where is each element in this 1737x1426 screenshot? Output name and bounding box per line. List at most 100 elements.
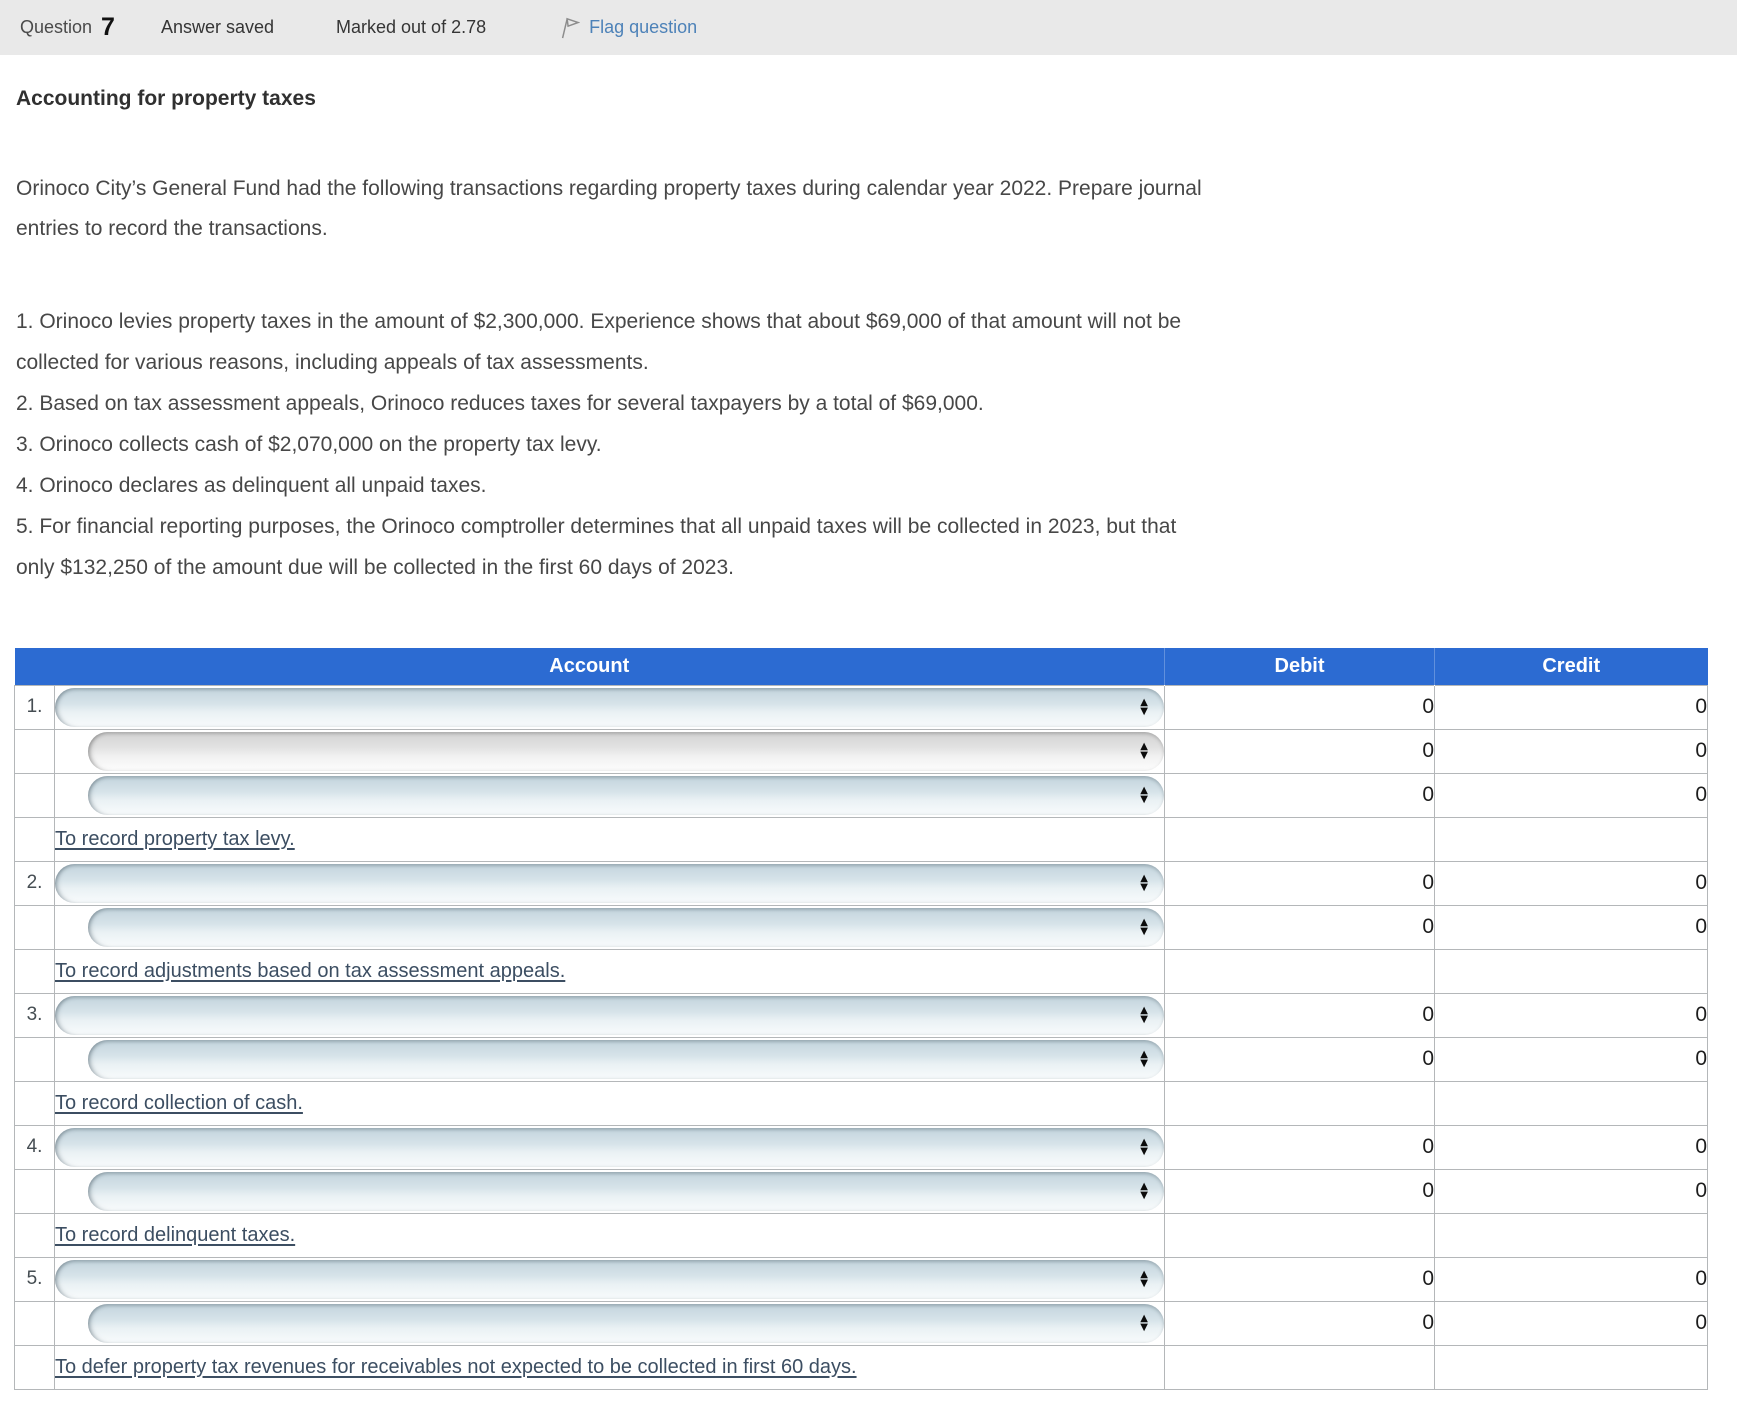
entry-number: 1. bbox=[14, 684, 55, 730]
credit-input[interactable]: 0 bbox=[1434, 1300, 1708, 1346]
select-spinner-icon: ▲ ▼ bbox=[1140, 741, 1148, 761]
journal-entry-table: Account Debit Credit 1. ▲ ▼ 0 0 ▲ ▼ 0 0 ▲ ▼ 0 0 To re… bbox=[14, 648, 1708, 1390]
credit-input[interactable]: 0 bbox=[1434, 684, 1708, 730]
flag-icon bbox=[561, 17, 581, 38]
credit-input[interactable]: 0 bbox=[1434, 1036, 1708, 1082]
select-spinner-icon: ▲ ▼ bbox=[1140, 1269, 1148, 1289]
account-select[interactable]: ▲ ▼ bbox=[88, 1303, 1164, 1343]
empty-debit-cell bbox=[1164, 1080, 1435, 1126]
entry-number-empty bbox=[14, 948, 55, 994]
journal-line-row: ▲ ▼ 0 0 bbox=[14, 728, 1708, 774]
entry-note: To record delinquent taxes. bbox=[54, 1212, 1165, 1258]
account-select[interactable]: ▲ ▼ bbox=[88, 775, 1164, 815]
debit-input[interactable]: 0 bbox=[1164, 1124, 1435, 1170]
entry-number: 4. bbox=[14, 1124, 55, 1170]
select-spinner-icon: ▲ ▼ bbox=[1140, 873, 1148, 893]
select-spinner-icon: ▲ ▼ bbox=[1140, 1049, 1148, 1069]
journal-note-row: To record adjustments based on tax asses… bbox=[14, 948, 1708, 994]
question-title: Accounting for property taxes bbox=[16, 87, 316, 110]
credit-input[interactable]: 0 bbox=[1434, 772, 1708, 818]
select-spinner-icon: ▲ ▼ bbox=[1140, 1137, 1148, 1157]
debit-input[interactable]: 0 bbox=[1164, 860, 1435, 906]
debit-input[interactable]: 0 bbox=[1164, 1168, 1435, 1214]
empty-debit-cell bbox=[1164, 1212, 1435, 1258]
account-cell: ▲ ▼ bbox=[54, 860, 1165, 906]
account-column-header: Account bbox=[14, 648, 1165, 685]
entry-number: 2. bbox=[14, 860, 55, 906]
credit-input[interactable]: 0 bbox=[1434, 992, 1708, 1038]
entry-number-empty bbox=[14, 1080, 55, 1126]
flag-question-link[interactable]: Flag question bbox=[558, 16, 697, 40]
entry-note: To record collection of cash. bbox=[54, 1080, 1165, 1126]
account-cell: ▲ ▼ bbox=[54, 772, 1165, 818]
account-select[interactable]: ▲ ▼ bbox=[88, 731, 1164, 771]
debit-input[interactable]: 0 bbox=[1164, 684, 1435, 730]
entry-number bbox=[14, 772, 55, 818]
credit-input[interactable]: 0 bbox=[1434, 860, 1708, 906]
table-header-row: Account Debit Credit bbox=[14, 648, 1708, 685]
entry-number-empty bbox=[14, 1212, 55, 1258]
account-select[interactable]: ▲ ▼ bbox=[55, 1127, 1164, 1167]
answer-saved-status: Answer saved bbox=[160, 17, 275, 37]
debit-input[interactable]: 0 bbox=[1164, 992, 1435, 1038]
empty-credit-cell bbox=[1434, 1080, 1708, 1126]
empty-debit-cell bbox=[1164, 948, 1435, 994]
debit-column-header: Debit bbox=[1164, 648, 1435, 685]
account-cell: ▲ ▼ bbox=[54, 1036, 1165, 1082]
account-select[interactable]: ▲ ▼ bbox=[55, 1259, 1164, 1299]
credit-column-header: Credit bbox=[1434, 648, 1708, 685]
empty-credit-cell bbox=[1434, 948, 1708, 994]
entry-number bbox=[14, 1300, 55, 1346]
select-spinner-icon: ▲ ▼ bbox=[1140, 697, 1148, 717]
entry-note: To defer property tax revenues for recei… bbox=[54, 1344, 1165, 1390]
empty-credit-cell bbox=[1434, 1344, 1708, 1390]
journal-line-row: ▲ ▼ 0 0 bbox=[14, 1300, 1708, 1346]
journal-note-row: To defer property tax revenues for recei… bbox=[14, 1344, 1708, 1390]
account-select[interactable]: ▲ ▼ bbox=[55, 863, 1164, 903]
entry-note: To record property tax levy. bbox=[54, 816, 1165, 862]
account-select[interactable]: ▲ ▼ bbox=[88, 1039, 1164, 1079]
journal-line-row: 5. ▲ ▼ 0 0 bbox=[14, 1256, 1708, 1302]
account-cell: ▲ ▼ bbox=[54, 904, 1165, 950]
transaction-item-3: 3. Orinoco collects cash of $2,070,000 o… bbox=[16, 433, 602, 456]
journal-line-row: ▲ ▼ 0 0 bbox=[14, 1036, 1708, 1082]
account-cell: ▲ ▼ bbox=[54, 1300, 1165, 1346]
entry-number bbox=[14, 1168, 55, 1214]
account-cell: ▲ ▼ bbox=[54, 728, 1165, 774]
credit-input[interactable]: 0 bbox=[1434, 728, 1708, 774]
transaction-item-5: 5. For financial reporting purposes, the… bbox=[16, 515, 1177, 579]
question-body: Accounting for property taxes Orinoco Ci… bbox=[0, 87, 1737, 1390]
journal-line-row: 2. ▲ ▼ 0 0 bbox=[14, 860, 1708, 906]
entry-note: To record adjustments based on tax asses… bbox=[54, 948, 1165, 994]
debit-input[interactable]: 0 bbox=[1164, 772, 1435, 818]
account-select[interactable]: ▲ ▼ bbox=[88, 907, 1164, 947]
journal-note-row: To record collection of cash. bbox=[14, 1080, 1708, 1126]
credit-input[interactable]: 0 bbox=[1434, 1124, 1708, 1170]
entry-number bbox=[14, 728, 55, 774]
select-spinner-icon: ▲ ▼ bbox=[1140, 1313, 1148, 1333]
account-cell: ▲ ▼ bbox=[54, 1256, 1165, 1302]
credit-input[interactable]: 0 bbox=[1434, 904, 1708, 950]
transaction-item-4: 4. Orinoco declares as delinquent all un… bbox=[16, 474, 487, 497]
question-intro: Orinoco City’s General Fund had the foll… bbox=[16, 177, 1202, 240]
debit-input[interactable]: 0 bbox=[1164, 728, 1435, 774]
entry-number-empty bbox=[14, 816, 55, 862]
entry-number bbox=[14, 904, 55, 950]
entry-number bbox=[14, 1036, 55, 1082]
account-select[interactable]: ▲ ▼ bbox=[88, 1171, 1164, 1211]
credit-input[interactable]: 0 bbox=[1434, 1168, 1708, 1214]
account-cell: ▲ ▼ bbox=[54, 992, 1165, 1038]
journal-note-row: To record property tax levy. bbox=[14, 816, 1708, 862]
transaction-list: 1. Orinoco levies property taxes in the … bbox=[16, 301, 1737, 588]
account-cell: ▲ ▼ bbox=[54, 684, 1165, 730]
journal-table-body: 1. ▲ ▼ 0 0 ▲ ▼ 0 0 ▲ ▼ 0 0 To record property tax lev… bbox=[14, 684, 1708, 1390]
account-select[interactable]: ▲ ▼ bbox=[55, 995, 1164, 1035]
entry-number: 5. bbox=[14, 1256, 55, 1302]
credit-input[interactable]: 0 bbox=[1434, 1256, 1708, 1302]
debit-input[interactable]: 0 bbox=[1164, 1256, 1435, 1302]
debit-input[interactable]: 0 bbox=[1164, 1036, 1435, 1082]
account-cell: ▲ ▼ bbox=[54, 1168, 1165, 1214]
debit-input[interactable]: 0 bbox=[1164, 904, 1435, 950]
account-select[interactable]: ▲ ▼ bbox=[55, 687, 1164, 727]
debit-input[interactable]: 0 bbox=[1164, 1300, 1435, 1346]
